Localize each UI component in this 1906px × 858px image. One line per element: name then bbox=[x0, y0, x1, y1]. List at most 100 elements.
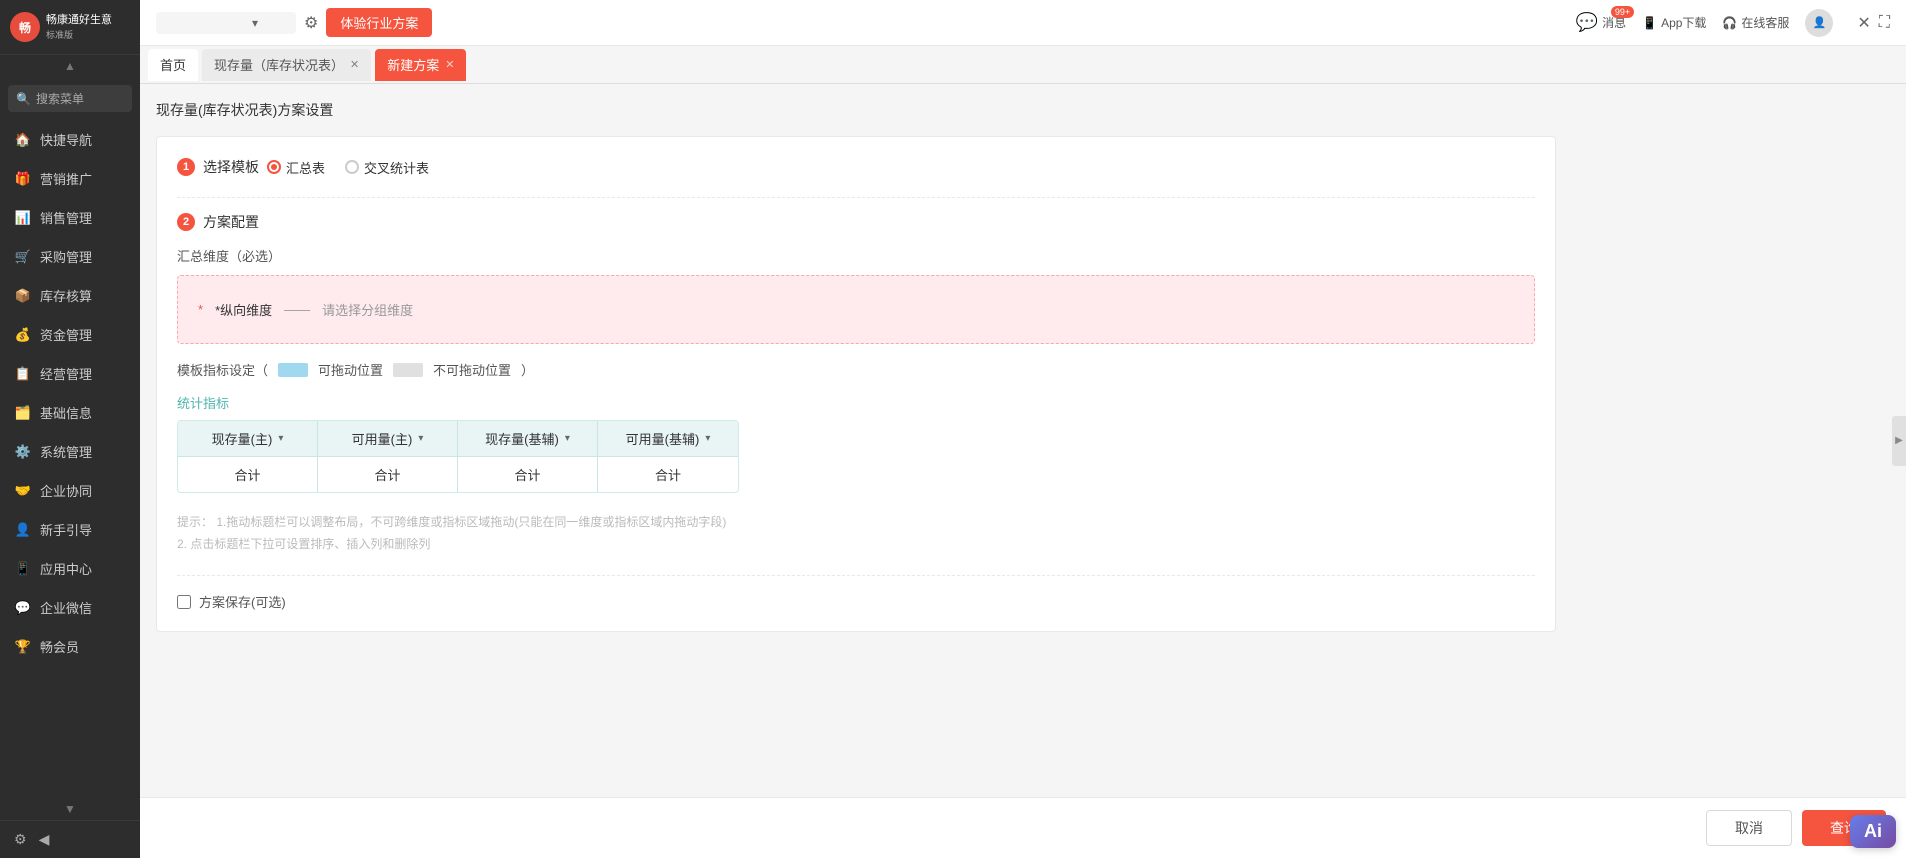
topbar-gear-icon[interactable]: ⚙ bbox=[304, 13, 318, 33]
summary-dimension-label: 汇总维度（必选） bbox=[177, 246, 1535, 265]
col1-header: 现存量(主) bbox=[212, 429, 273, 448]
sidebar-item-label: 新手引导 bbox=[40, 520, 92, 539]
topbar-dropdown-arrow[interactable]: ▾ bbox=[252, 16, 258, 30]
message-button[interactable]: 💬 99+ 消息 bbox=[1576, 12, 1626, 33]
message-badge: 99+ bbox=[1611, 6, 1634, 18]
tab-inventory-close[interactable]: ✕ bbox=[350, 58, 359, 71]
dimension-row: * *纵向维度 —— 请选择分组维度 bbox=[198, 300, 1514, 319]
tab-home-label: 首页 bbox=[160, 55, 186, 74]
divider1 bbox=[177, 197, 1535, 198]
col3-data: 合计 bbox=[458, 457, 597, 492]
sidebar-item-label: 企业微信 bbox=[40, 598, 92, 617]
app-download-label: App下载 bbox=[1661, 14, 1706, 31]
sidebar-item-marketing[interactable]: 🎁 营销推广 bbox=[0, 159, 140, 198]
divider2 bbox=[177, 575, 1535, 576]
sidebar-item-wechat[interactable]: 💬 企业微信 bbox=[0, 588, 140, 627]
tips-section: 提示： 1.拖动标题栏可以调整布局，不可跨维度或指标区域拖动(只能在同一维度或指… bbox=[177, 512, 1535, 555]
settings-icon[interactable]: ⚙ bbox=[14, 831, 27, 848]
content-inner: 现存量(库存状况表)方案设置 1 选择模板 汇总表 bbox=[156, 100, 1556, 632]
col2-chevron[interactable]: ▾ bbox=[418, 433, 423, 444]
search-label: 搜索菜单 bbox=[36, 90, 84, 107]
tabbar: 首页 现存量（库存状况表） ✕ 新建方案 ✕ bbox=[140, 46, 1906, 84]
close-icon[interactable]: ✕ bbox=[1857, 13, 1870, 33]
col3-chevron[interactable]: ▾ bbox=[565, 433, 570, 444]
sidebar-item-operations[interactable]: 📋 经营管理 bbox=[0, 354, 140, 393]
sidebar-item-label: 畅会员 bbox=[40, 637, 79, 656]
stats-header-cell-4[interactable]: 可用量(基辅) ▾ bbox=[598, 421, 738, 457]
stats-table-header: 现存量(主) ▾ 可用量(主) ▾ bbox=[178, 421, 738, 457]
folder-icon: 🗂️ bbox=[14, 404, 32, 422]
stats-col-2: 可用量(主) ▾ bbox=[318, 421, 458, 457]
sidebar-item-label: 基础信息 bbox=[40, 403, 92, 422]
app-download-button[interactable]: 📱 App下载 bbox=[1642, 14, 1706, 31]
stats-header-cell-2[interactable]: 可用量(主) ▾ bbox=[318, 421, 457, 457]
trophy-icon: 🏆 bbox=[14, 638, 32, 656]
dimension-label: *纵向维度 bbox=[215, 300, 272, 319]
dimension-area[interactable]: * *纵向维度 —— 请选择分组维度 bbox=[177, 275, 1535, 344]
sidebar-item-quicknav[interactable]: 🏠 快捷导航 bbox=[0, 120, 140, 159]
topbar-left: ▾ ⚙ 体验行业方案 bbox=[156, 8, 1564, 37]
mobile-icon: 📱 bbox=[14, 560, 32, 578]
sidebar-item-label: 销售管理 bbox=[40, 208, 92, 227]
clipboard-icon: 📋 bbox=[14, 365, 32, 383]
topbar-search-input[interactable] bbox=[166, 16, 246, 30]
trial-button[interactable]: 体验行业方案 bbox=[326, 8, 432, 37]
sidebar-item-label: 系统管理 bbox=[40, 442, 92, 461]
sidebar-item-purchase[interactable]: 🛒 采购管理 bbox=[0, 237, 140, 276]
sidebar-footer: ⚙ ◀ bbox=[0, 820, 140, 858]
sidebar-item-sales[interactable]: 📊 销售管理 bbox=[0, 198, 140, 237]
radio-summary[interactable]: 汇总表 bbox=[267, 158, 325, 177]
search-icon: 🔍 bbox=[16, 92, 31, 106]
sidebar-item-finance[interactable]: 💰 资金管理 bbox=[0, 315, 140, 354]
sidebar-item-appcenter[interactable]: 📱 应用中心 bbox=[0, 549, 140, 588]
dimension-placeholder: 请选择分组维度 bbox=[322, 300, 413, 319]
stats-header-cell-3[interactable]: 现存量(基辅) ▾ bbox=[458, 421, 597, 457]
col1-chevron[interactable]: ▾ bbox=[278, 433, 283, 444]
footer-bar: 取消 查询 bbox=[140, 797, 1906, 858]
sidebar-search[interactable]: 🔍 搜索菜单 bbox=[8, 85, 132, 112]
tips-title: 提示： 1.拖动标题栏可以调整布局，不可跨维度或指标区域拖动(只能在同一维度或指… bbox=[177, 512, 1535, 534]
chart-icon: 📊 bbox=[14, 209, 32, 227]
tab-new-plan[interactable]: 新建方案 ✕ bbox=[375, 49, 466, 81]
app-logo-icon: 畅 bbox=[10, 12, 40, 42]
service-label: 在线客服 bbox=[1741, 14, 1789, 31]
online-service-button[interactable]: 🎧 在线客服 bbox=[1722, 14, 1789, 31]
main-area: ▾ ⚙ 体验行业方案 💬 99+ 消息 📱 App下载 🎧 在线客服 👤 ✕ ⛶ bbox=[140, 0, 1906, 858]
topbar-search-box[interactable]: ▾ bbox=[156, 12, 296, 34]
sidebar-item-basic[interactable]: 🗂️ 基础信息 bbox=[0, 393, 140, 432]
collapse-icon[interactable]: ◀ bbox=[39, 831, 50, 848]
tab-inventory-status[interactable]: 现存量（库存状况表） ✕ bbox=[202, 49, 371, 81]
step1-title: 选择模板 bbox=[203, 157, 259, 177]
sidebar-item-cooperation[interactable]: 🤝 企业协同 bbox=[0, 471, 140, 510]
chat-icon: 💬 bbox=[14, 599, 32, 617]
stats-col-3: 现存量(基辅) ▾ bbox=[458, 421, 598, 457]
money-icon: 💰 bbox=[14, 326, 32, 344]
right-collapse-handle[interactable]: ▶ bbox=[1892, 416, 1906, 466]
sidebar-item-inventory[interactable]: 📦 库存核算 bbox=[0, 276, 140, 315]
stats-header-cell-1[interactable]: 现存量(主) ▾ bbox=[178, 421, 317, 457]
user-avatar[interactable]: 👤 bbox=[1805, 9, 1833, 37]
radio-cross[interactable]: 交叉统计表 bbox=[345, 158, 429, 177]
app-name: 畅康通好生意 bbox=[46, 13, 112, 27]
gear-icon: ⚙️ bbox=[14, 443, 32, 461]
sidebar-item-member[interactable]: 🏆 畅会员 bbox=[0, 627, 140, 666]
tips-item1: 1.拖动标题栏可以调整布局，不可跨维度或指标区域拖动(只能在同一维度或指标区域内… bbox=[216, 515, 726, 529]
expand-icon[interactable]: ⛶ bbox=[1879, 14, 1890, 32]
cancel-button[interactable]: 取消 bbox=[1706, 810, 1792, 846]
tab-home[interactable]: 首页 bbox=[148, 49, 198, 81]
template-radio-group: 汇总表 交叉统计表 bbox=[267, 158, 429, 177]
radio-summary-circle bbox=[267, 160, 281, 174]
save-checkbox[interactable] bbox=[177, 595, 191, 609]
tips-label: 提示： bbox=[177, 515, 213, 529]
col4-chevron[interactable]: ▾ bbox=[705, 433, 710, 444]
sidebar-item-system[interactable]: ⚙️ 系统管理 bbox=[0, 432, 140, 471]
step2-title: 方案配置 bbox=[203, 212, 259, 232]
step1-header: 1 选择模板 汇总表 交叉统计表 bbox=[177, 157, 1535, 177]
sidebar-item-newbie[interactable]: 👤 新手引导 bbox=[0, 510, 140, 549]
col4-data: 合计 bbox=[598, 457, 738, 492]
template-indicator-end: ） bbox=[521, 360, 534, 379]
unmovable-indicator bbox=[393, 363, 423, 377]
stats-table-data-row: 合计 合计 合计 合计 bbox=[178, 457, 738, 492]
tab-new-plan-close[interactable]: ✕ bbox=[445, 58, 454, 71]
sidebar-item-label: 快捷导航 bbox=[40, 130, 92, 149]
